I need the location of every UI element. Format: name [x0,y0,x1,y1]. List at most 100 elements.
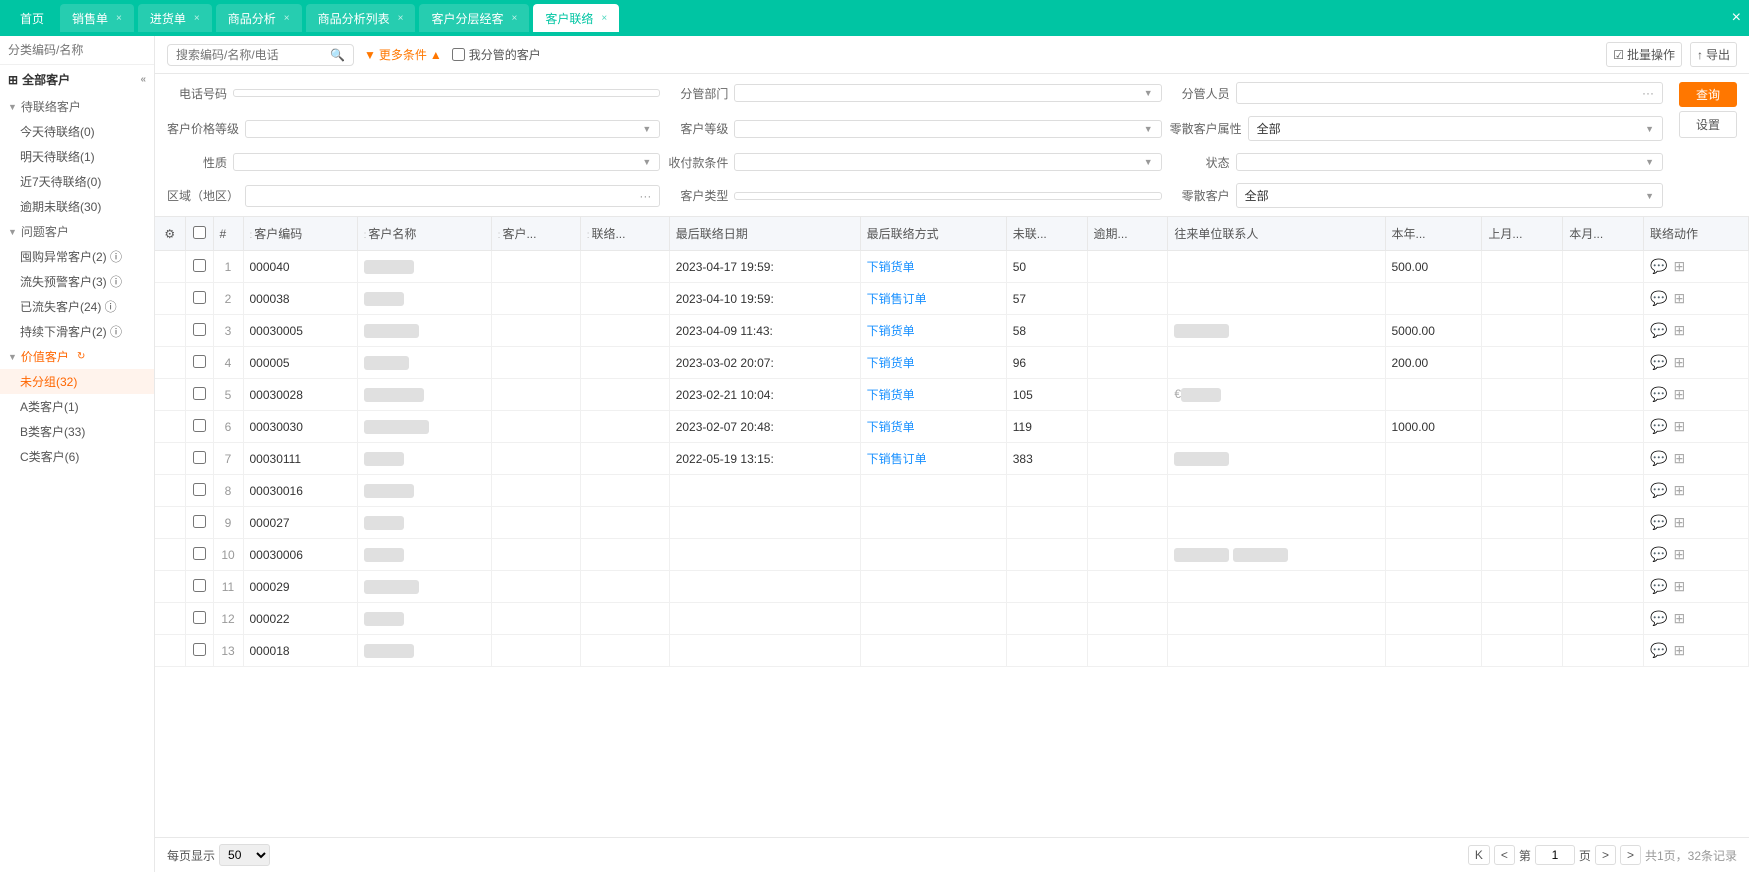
col-intercompany[interactable]: 往来单位联系人 [1168,217,1385,251]
grid-action-icon[interactable]: ⊞ [1673,610,1685,627]
tab-customer-segment[interactable]: 客户分层经客 × [419,4,529,32]
col-type[interactable]: :客户... [491,217,580,251]
tab-sales[interactable]: 销售单 × [60,4,134,32]
col-contact[interactable]: :联络... [580,217,669,251]
last-method-link[interactable]: 下销售订单 [867,452,927,466]
grid-action-icon[interactable]: ⊞ [1673,578,1685,595]
export-button[interactable]: ↑ 导出 [1690,42,1737,67]
all-customers-header[interactable]: ⊞ 全部客户 « [0,65,154,94]
first-page-button[interactable]: K [1468,845,1490,865]
grid-action-icon[interactable]: ⊞ [1673,258,1685,275]
chat-icon[interactable]: 💬 [1650,642,1667,659]
sidebar-item-loss-warning[interactable]: 流失预警客户(3) ⓘ [0,269,154,294]
row-checkbox[interactable] [193,323,206,336]
last-page-button[interactable]: > [1620,845,1641,865]
page-size-select[interactable]: 50 20 100 [219,844,270,866]
tab-customer-contact[interactable]: 客户联络 × [533,4,619,32]
grid-action-icon[interactable]: ⊞ [1673,290,1685,307]
row-checkbox[interactable] [193,643,206,656]
chat-icon[interactable]: 💬 [1650,450,1667,467]
row-checkbox[interactable] [193,451,206,464]
dept-select[interactable]: ▼ [734,84,1161,102]
sidebar-collapse-icon[interactable]: « [140,74,146,85]
sidebar-item-lost[interactable]: 已流失客户(24) ⓘ [0,294,154,319]
grid-action-icon[interactable]: ⊞ [1673,482,1685,499]
chat-icon[interactable]: 💬 [1650,482,1667,499]
sidebar-item-overdue[interactable]: 逾期未联络(30) [0,194,154,219]
grid-action-icon[interactable]: ⊞ [1673,418,1685,435]
retail-attr-select[interactable]: 全部▼ [1248,116,1663,141]
status-select[interactable]: ▼ [1236,153,1663,171]
sidebar-search-input[interactable] [8,43,155,57]
last-method-link[interactable]: 下销货单 [867,324,915,338]
batch-op-button[interactable]: ☑ 批量操作 [1606,42,1682,67]
col-this-year[interactable]: 本年... [1385,217,1482,251]
tab-analysis[interactable]: 商品分析 × [216,4,302,32]
sidebar-item-c-class[interactable]: C类客户(6) [0,444,154,469]
tab-purchase[interactable]: 进货单 × [138,4,212,32]
col-last-month[interactable]: 上月... [1482,217,1563,251]
row-checkbox[interactable] [193,547,206,560]
grade-select[interactable]: ▼ [734,120,1161,138]
col-uncontacted[interactable]: 未联... [1006,217,1087,251]
region-dots[interactable]: ··· [245,185,660,207]
row-checkbox[interactable] [193,259,206,272]
col-name[interactable]: :客户名称 [357,217,491,251]
grid-action-icon[interactable]: ⊞ [1673,386,1685,403]
chat-icon[interactable]: 💬 [1650,514,1667,531]
sidebar-item-a-class[interactable]: A类客户(1) [0,394,154,419]
col-this-month[interactable]: 本月... [1563,217,1644,251]
col-last-method[interactable]: 最后联络方式 [860,217,1006,251]
select-all-checkbox[interactable] [193,226,206,239]
close-customer-segment-tab[interactable]: × [511,13,517,24]
grid-action-icon[interactable]: ⊞ [1673,514,1685,531]
last-method-link[interactable]: 下销货单 [867,260,915,274]
sidebar-item-7days[interactable]: 近7天待联络(0) [0,169,154,194]
last-method-link[interactable]: 下销货单 [867,388,915,402]
row-checkbox[interactable] [193,291,206,304]
chat-icon[interactable]: 💬 [1650,258,1667,275]
group-problem-customers[interactable]: ▼ 问题客户 [0,219,154,244]
col-settings[interactable]: ⚙ [155,217,185,251]
chat-icon[interactable]: 💬 [1650,354,1667,371]
grid-action-icon[interactable]: ⊞ [1673,354,1685,371]
chat-icon[interactable]: 💬 [1650,322,1667,339]
close-purchase-tab[interactable]: × [194,13,200,24]
close-customer-contact-tab[interactable]: × [601,13,607,24]
col-overdue[interactable]: 逾期... [1087,217,1168,251]
grid-action-icon[interactable]: ⊞ [1673,642,1685,659]
row-checkbox[interactable] [193,419,206,432]
sidebar-item-ungroup[interactable]: 未分组(32) [0,369,154,394]
price-grade-select[interactable]: ▼ [245,120,660,138]
col-code[interactable]: :客户编码 [243,217,357,251]
close-analysis-tab[interactable]: × [284,13,290,24]
nav-home[interactable]: 首页 [8,10,56,27]
row-checkbox[interactable] [193,483,206,496]
group-value-customers[interactable]: ▼ 价值客户 ↻ [0,344,154,369]
refresh-icon[interactable]: ↻ [77,351,85,362]
last-method-link[interactable]: 下销售订单 [867,292,927,306]
chat-icon[interactable]: 💬 [1650,290,1667,307]
sidebar-item-declining[interactable]: 持续下滑客户(2) ⓘ [0,319,154,344]
close-analysis-list-tab[interactable]: × [398,13,404,24]
row-checkbox[interactable] [193,355,206,368]
row-checkbox[interactable] [193,515,206,528]
chat-icon[interactable]: 💬 [1650,578,1667,595]
manager-dots[interactable]: ··· [1236,82,1663,104]
grid-action-icon[interactable]: ⊞ [1673,322,1685,339]
chat-icon[interactable]: 💬 [1650,386,1667,403]
payment-select[interactable]: ▼ [734,153,1161,171]
retail-select[interactable]: 全部▼ [1236,183,1663,208]
phone-input[interactable] [233,89,660,97]
filter-more-conditions[interactable]: ▼ 更多条件 ▲ [364,46,442,63]
last-method-link[interactable]: 下销货单 [867,356,915,370]
chat-icon[interactable]: 💬 [1650,418,1667,435]
group-waiting-contact[interactable]: ▼ 待联络客户 [0,94,154,119]
filter-search-box[interactable]: 🔍 [167,44,354,66]
grid-action-icon[interactable]: ⊞ [1673,450,1685,467]
my-customers-checkbox[interactable] [452,48,465,61]
reset-button[interactable]: 设置 [1679,111,1737,138]
sidebar-item-hoarding[interactable]: 囤购异常客户(2) ⓘ [0,244,154,269]
sidebar-item-b-class[interactable]: B类客户(33) [0,419,154,444]
next-page-button[interactable]: > [1595,845,1616,865]
